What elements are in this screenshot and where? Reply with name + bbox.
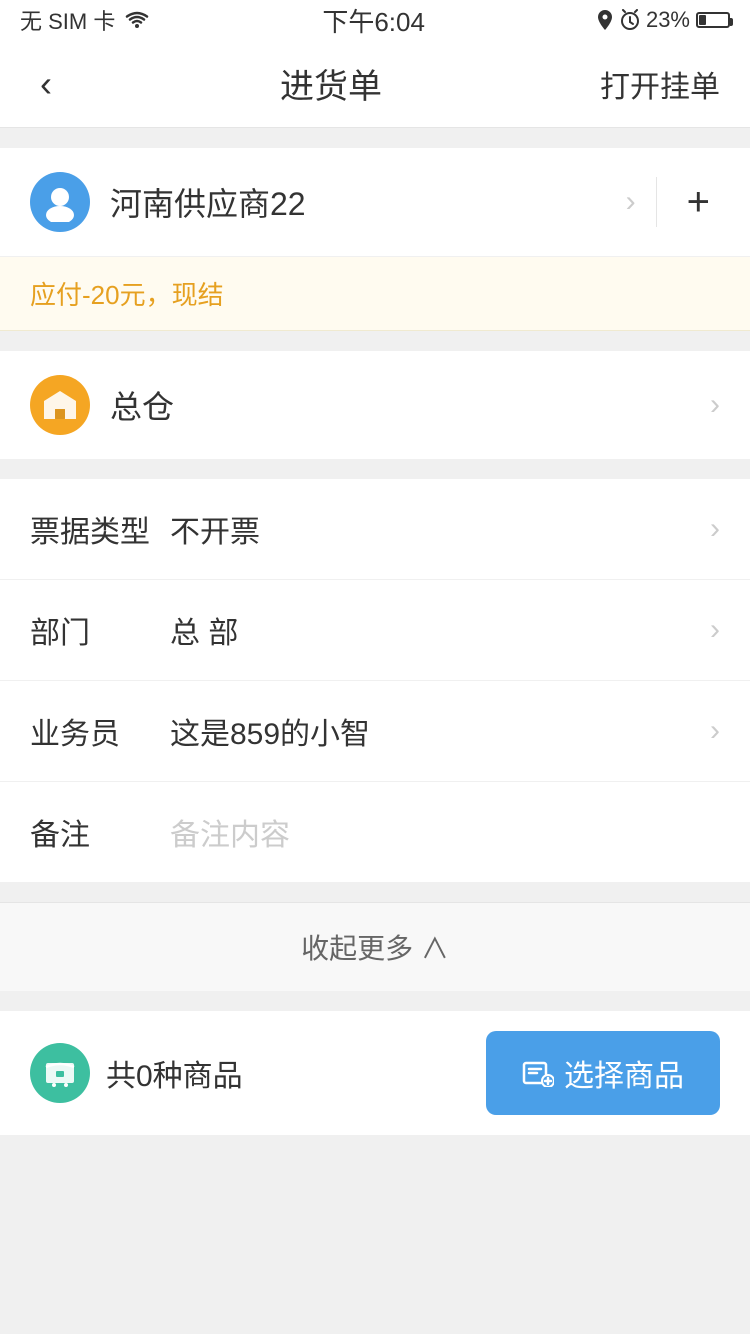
cart-icon	[42, 1055, 78, 1091]
status-right: 23%	[596, 7, 730, 33]
product-count-wrap: 共0种商品	[30, 1043, 243, 1103]
dept-chevron-icon: ›	[710, 613, 720, 647]
invoice-row[interactable]: 票据类型 不开票 ›	[0, 479, 750, 580]
battery-icon	[696, 12, 730, 28]
supplier-name-area[interactable]: 河南供应商22 ›	[110, 179, 636, 225]
warehouse-name: 总仓	[110, 382, 710, 428]
salesperson-label: 业务员	[30, 709, 150, 753]
salesperson-row[interactable]: 业务员 这是859的小智 ›	[0, 681, 750, 782]
salesperson-chevron-icon: ›	[710, 714, 720, 748]
supplier-name: 河南供应商22	[110, 179, 306, 225]
status-time: 下午6:04	[322, 2, 425, 39]
remark-input[interactable]: 备注内容	[170, 810, 720, 854]
invoice-chevron-icon: ›	[710, 512, 720, 546]
status-left: 无 SIM 卡	[20, 4, 151, 36]
product-icon-wrap	[30, 1043, 90, 1103]
form-section: 票据类型 不开票 › 部门 总 部 › 业务员 这是859的小智 › 备注 备注…	[0, 479, 750, 882]
avatar-icon	[40, 182, 80, 222]
open-pending-button[interactable]: 打开挂单	[600, 62, 720, 106]
invoice-label: 票据类型	[30, 507, 150, 551]
location-icon	[596, 9, 614, 31]
warehouse-row[interactable]: 总仓 ›	[0, 351, 750, 459]
vertical-divider	[656, 177, 657, 227]
nav-bar: ‹ 进货单 打开挂单	[0, 40, 750, 128]
carrier-label: 无 SIM 卡	[20, 4, 115, 36]
top-divider	[0, 128, 750, 148]
alarm-icon	[620, 9, 640, 31]
dept-value: 总 部	[170, 608, 710, 652]
remark-label: 备注	[30, 810, 150, 854]
supplier-chevron-icon: ›	[626, 185, 636, 219]
select-product-icon	[522, 1059, 554, 1087]
dept-row[interactable]: 部门 总 部 ›	[0, 580, 750, 681]
select-product-button[interactable]: 选择商品	[486, 1031, 720, 1115]
page-title: 进货单	[280, 59, 382, 108]
back-button[interactable]: ‹	[30, 53, 62, 115]
dept-label: 部门	[30, 608, 150, 652]
warehouse-chevron-icon: ›	[710, 388, 720, 422]
supplier-row: 河南供应商22 › +	[0, 148, 750, 257]
collapse-section: 收起更多 ∧	[0, 902, 750, 991]
remark-row[interactable]: 备注 备注内容	[0, 782, 750, 882]
salesperson-value: 这是859的小智	[170, 709, 710, 753]
wifi-icon	[123, 10, 151, 30]
bottom-bar: 共0种商品 选择商品	[0, 1011, 750, 1135]
warehouse-icon-wrap	[30, 375, 90, 435]
invoice-value: 不开票	[170, 507, 710, 551]
battery-label: 23%	[646, 7, 690, 33]
payment-hint: 应付-20元，现结	[0, 257, 750, 331]
status-bar: 无 SIM 卡 下午6:04 23%	[0, 0, 750, 40]
supplier-avatar	[30, 172, 90, 232]
warehouse-section: 总仓 ›	[0, 351, 750, 459]
select-product-label: 选择商品	[564, 1051, 684, 1095]
add-supplier-button[interactable]: +	[677, 180, 720, 225]
warehouse-icon	[42, 387, 78, 423]
supplier-section: 河南供应商22 › + 应付-20元，现结	[0, 148, 750, 331]
collapse-button[interactable]: 收起更多 ∧	[301, 933, 449, 964]
product-count-label: 共0种商品	[106, 1051, 243, 1095]
